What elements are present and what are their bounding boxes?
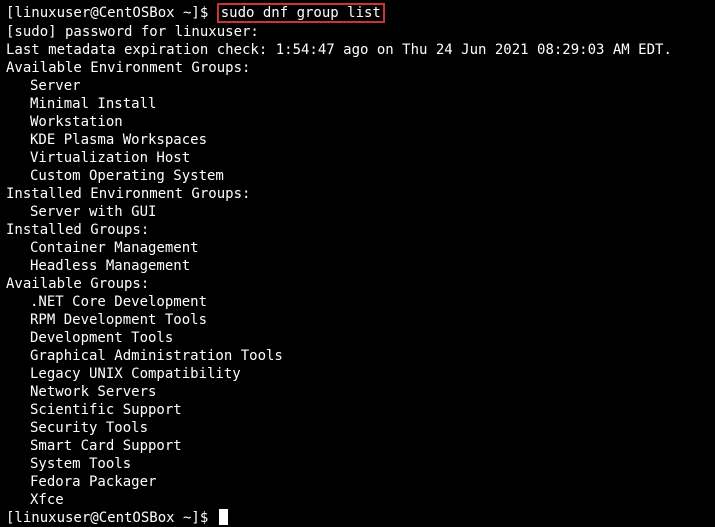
metadata-expiration-line: Last metadata expiration check: 1:54:47 … [6, 41, 709, 59]
group-item: Minimal Install [6, 95, 709, 113]
group-item: Security Tools [6, 419, 709, 437]
group-item: Legacy UNIX Compatibility [6, 365, 709, 383]
section-header-available-groups: Available Groups: [6, 275, 709, 293]
shell-prompt: [linuxuser@CentOSBox ~]$ [6, 509, 217, 527]
group-item: Server with GUI [6, 203, 709, 221]
group-item: Scientific Support [6, 401, 709, 419]
command-line-2[interactable]: [linuxuser@CentOSBox ~]$ [6, 509, 709, 527]
group-item: System Tools [6, 455, 709, 473]
command-line-1: [linuxuser@CentOSBox ~]$ sudo dnf group … [6, 4, 709, 23]
cursor-icon [219, 509, 228, 525]
group-item: RPM Development Tools [6, 311, 709, 329]
group-item: Smart Card Support [6, 437, 709, 455]
group-item: Virtualization Host [6, 149, 709, 167]
group-item: KDE Plasma Workspaces [6, 131, 709, 149]
section-header-installed-env: Installed Environment Groups: [6, 185, 709, 203]
group-item: Custom Operating System [6, 167, 709, 185]
group-item: Graphical Administration Tools [6, 347, 709, 365]
group-item: Fedora Packager [6, 473, 709, 491]
group-item: Server [6, 77, 709, 95]
group-item: Container Management [6, 239, 709, 257]
section-header-installed-groups: Installed Groups: [6, 221, 709, 239]
group-item: Network Servers [6, 383, 709, 401]
group-item: Workstation [6, 113, 709, 131]
group-item: Development Tools [6, 329, 709, 347]
group-item: Xfce [6, 491, 709, 509]
highlighted-command: sudo dnf group list [217, 3, 385, 23]
group-item: .NET Core Development [6, 293, 709, 311]
shell-prompt: [linuxuser@CentOSBox ~]$ [6, 4, 217, 22]
group-item: Headless Management [6, 257, 709, 275]
section-header-available-env: Available Environment Groups: [6, 59, 709, 77]
sudo-password-prompt: [sudo] password for linuxuser: [6, 23, 709, 41]
